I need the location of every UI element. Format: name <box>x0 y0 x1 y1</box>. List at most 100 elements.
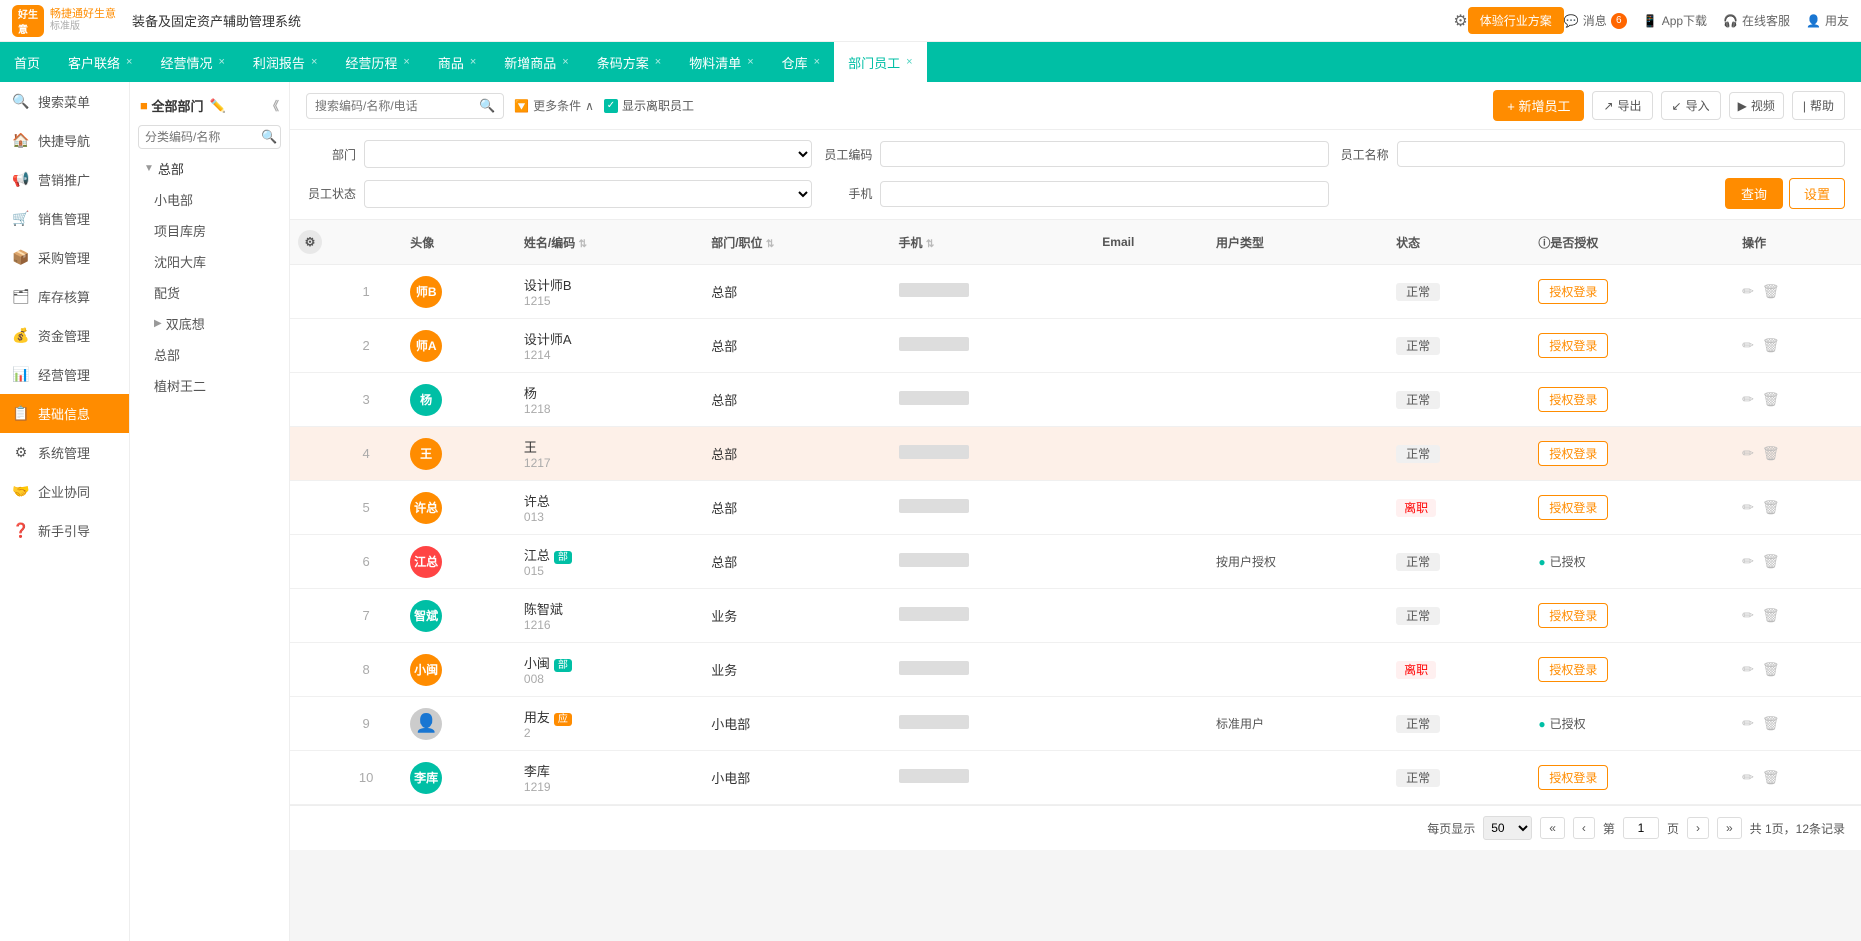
view-button[interactable]: ▶ 视频 <box>1729 92 1784 119</box>
delete-icon[interactable]: 🗑 <box>1762 445 1780 462</box>
close-icon[interactable]: × <box>403 56 409 68</box>
sidebar-item-system[interactable]: ⚙ 系统管理 <box>0 433 129 472</box>
first-page-button[interactable]: « <box>1540 817 1565 839</box>
tab-history[interactable]: 经营历程× <box>331 42 423 82</box>
edit-icon[interactable]: ✏ <box>1742 337 1754 354</box>
next-page-button[interactable]: › <box>1687 817 1709 839</box>
delete-icon[interactable]: 🗑 <box>1762 499 1780 516</box>
auth-button[interactable]: 授权登录 <box>1538 603 1608 628</box>
edit-icon[interactable]: ✏️ <box>210 98 226 114</box>
tab-home[interactable]: 首页 <box>0 42 54 82</box>
delete-icon[interactable]: 🗑 <box>1762 553 1780 570</box>
emp-name-input[interactable] <box>1397 141 1845 167</box>
tab-profit[interactable]: 利润报告× <box>239 42 331 82</box>
close-icon[interactable]: × <box>126 56 132 68</box>
app-download-button[interactable]: 📱 App下载 <box>1643 12 1707 29</box>
delete-icon[interactable]: 🗑 <box>1762 769 1780 786</box>
dept-item-shenyang[interactable]: 沈阳大库 <box>130 246 289 277</box>
phone-input[interactable] <box>880 181 1328 207</box>
sidebar-item-marketing[interactable]: 📢 营销推广 <box>0 160 129 199</box>
close-icon[interactable]: × <box>747 56 753 68</box>
prev-page-button[interactable]: ‹ <box>1573 817 1595 839</box>
sidebar-item-inventory[interactable]: 🗂 库存核算 <box>0 277 129 316</box>
dept-item-zongbu2[interactable]: 总部 <box>130 339 289 370</box>
import-button[interactable]: ↙ 导入 <box>1661 91 1721 120</box>
search-input[interactable] <box>315 99 475 113</box>
last-page-button[interactable]: » <box>1717 817 1742 839</box>
close-icon[interactable]: × <box>311 56 317 68</box>
show-resigned-checkbox[interactable]: ✓ 显示离职员工 <box>604 97 694 114</box>
dept-item-delivery[interactable]: 配货 <box>130 277 289 308</box>
collapse-button[interactable]: 《 <box>267 97 279 114</box>
delete-icon[interactable]: 🗑 <box>1762 661 1780 678</box>
more-conditions-button[interactable]: 🔽 更多条件 ∧ <box>514 97 594 114</box>
auth-button[interactable]: 授权登录 <box>1538 657 1608 682</box>
edit-icon[interactable]: ✏ <box>1742 499 1754 516</box>
dept-item-zongbu[interactable]: ▼ 总部 <box>130 153 289 184</box>
trial-button[interactable]: 体验行业方案 <box>1468 7 1564 34</box>
tab-warehouse[interactable]: 仓库× <box>768 42 834 82</box>
delete-icon[interactable]: 🗑 <box>1762 391 1780 408</box>
dept-item-shuangdi[interactable]: ▶ 双底想 <box>130 308 289 339</box>
delete-icon[interactable]: 🗑 <box>1762 337 1780 354</box>
emp-status-select[interactable] <box>364 180 812 208</box>
tab-goods[interactable]: 商品× <box>424 42 490 82</box>
edit-icon[interactable]: ✏ <box>1742 283 1754 300</box>
auth-button[interactable]: 授权登录 <box>1538 279 1608 304</box>
auth-button[interactable]: 授权登录 <box>1538 765 1608 790</box>
edit-icon[interactable]: ✏ <box>1742 607 1754 624</box>
auth-button[interactable]: 授权登录 <box>1538 441 1608 466</box>
message-button[interactable]: 💬 消息 6 <box>1564 12 1627 29</box>
delete-icon[interactable]: 🗑 <box>1762 283 1780 300</box>
tab-customer[interactable]: 客户联络× <box>54 42 146 82</box>
auth-button[interactable]: 授权登录 <box>1538 333 1608 358</box>
dept-item-zhishu[interactable]: 植树王二 <box>130 370 289 401</box>
edit-icon[interactable]: ✏ <box>1742 445 1754 462</box>
col-settings[interactable]: ⚙ <box>290 220 330 265</box>
set-button[interactable]: 设置 <box>1789 178 1845 209</box>
dept-filter-select[interactable] <box>364 140 812 168</box>
sidebar-item-guide[interactable]: ❓ 新手引导 <box>0 511 129 550</box>
edit-icon[interactable]: ✏ <box>1742 391 1754 408</box>
sidebar-item-sales[interactable]: 🛒 销售管理 <box>0 199 129 238</box>
close-icon[interactable]: × <box>655 56 661 68</box>
col-name-code[interactable]: 姓名/编码 ⇅ <box>516 220 703 265</box>
close-icon[interactable]: × <box>906 56 912 68</box>
sidebar-item-purchase[interactable]: 📦 采购管理 <box>0 238 129 277</box>
add-employee-button[interactable]: + 新增员工 <box>1493 90 1584 121</box>
edit-icon[interactable]: ✏ <box>1742 553 1754 570</box>
dept-search-input[interactable] <box>138 125 281 149</box>
col-dept[interactable]: 部门/职位 ⇅ <box>703 220 890 265</box>
edit-icon[interactable]: ✏ <box>1742 769 1754 786</box>
help-button[interactable]: | 帮助 <box>1792 91 1845 120</box>
sidebar-item-shortcut[interactable]: 🏠 快捷导航 <box>0 121 129 160</box>
close-icon[interactable]: × <box>470 56 476 68</box>
page-number-input[interactable] <box>1623 817 1659 839</box>
tab-employees[interactable]: 部门员工× <box>834 42 926 82</box>
auth-button[interactable]: 授权登录 <box>1538 495 1608 520</box>
per-page-select[interactable]: 50 20 100 <box>1483 816 1532 840</box>
tab-barcode[interactable]: 条码方案× <box>583 42 675 82</box>
online-service-button[interactable]: 🎧 在线客服 <box>1723 12 1790 29</box>
search-button[interactable]: 查询 <box>1725 178 1783 209</box>
search-icon[interactable]: 🔍 <box>479 98 495 114</box>
col-phone[interactable]: 手机 ⇅ <box>891 220 1095 265</box>
sidebar-item-finance[interactable]: 💰 资金管理 <box>0 316 129 355</box>
gear-button[interactable]: ⚙ <box>1453 11 1467 31</box>
dept-item-project-warehouse[interactable]: 项目库房 <box>130 215 289 246</box>
delete-icon[interactable]: 🗑 <box>1762 607 1780 624</box>
delete-icon[interactable]: 🗑 <box>1762 715 1780 732</box>
sidebar-item-search[interactable]: 🔍 搜索菜单 <box>0 82 129 121</box>
edit-icon[interactable]: ✏ <box>1742 715 1754 732</box>
column-settings-icon[interactable]: ⚙ <box>298 230 322 254</box>
tab-bom[interactable]: 物料清单× <box>675 42 767 82</box>
export-button[interactable]: ↗ 导出 <box>1592 91 1652 120</box>
tab-operations[interactable]: 经营情况× <box>146 42 238 82</box>
emp-code-input[interactable] <box>880 141 1328 167</box>
sidebar-item-basic-info[interactable]: 📋 基础信息 <box>0 394 129 433</box>
dept-item-xiao-dian[interactable]: 小电部 <box>130 184 289 215</box>
auth-button[interactable]: 授权登录 <box>1538 387 1608 412</box>
edit-icon[interactable]: ✏ <box>1742 661 1754 678</box>
sidebar-item-operations[interactable]: 📊 经营管理 <box>0 355 129 394</box>
close-icon[interactable]: × <box>218 56 224 68</box>
